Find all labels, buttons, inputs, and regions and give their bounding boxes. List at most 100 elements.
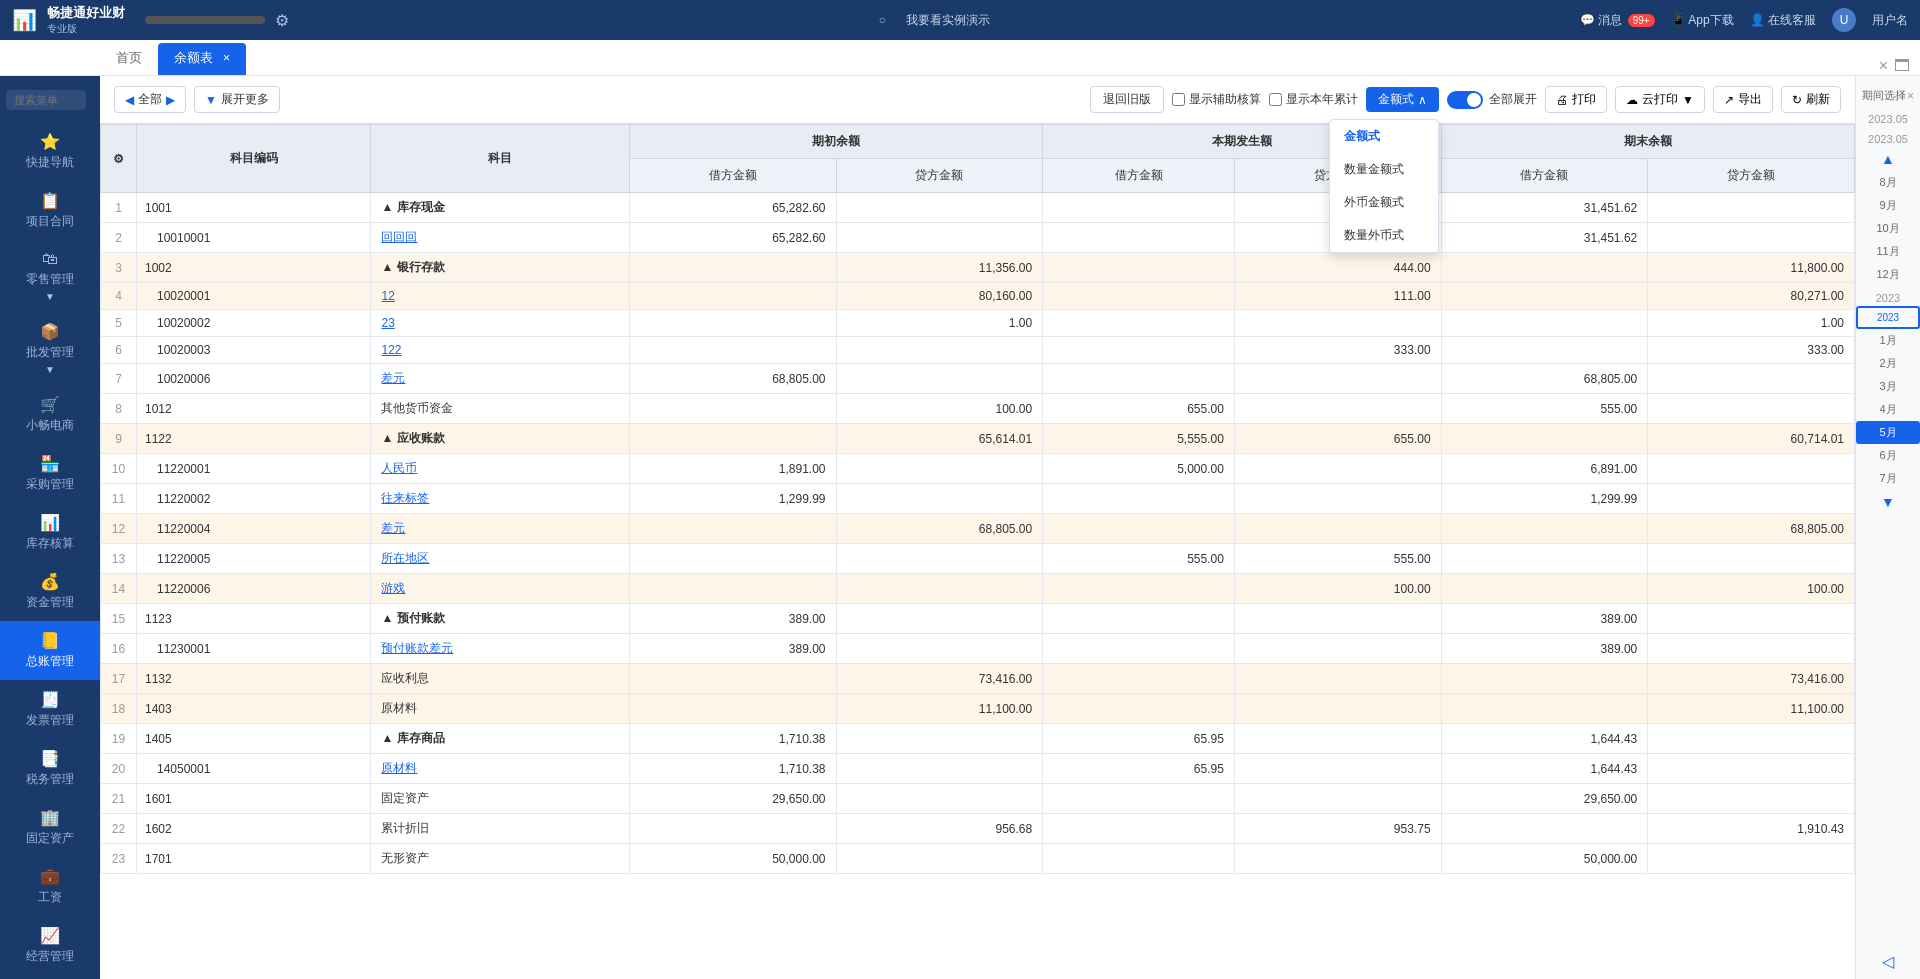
app-download-btn[interactable]: 📱 App下载 <box>1671 12 1734 29</box>
demo-link[interactable]: 我要看实例演示 <box>906 12 990 29</box>
demo-link-wrap[interactable]: ○ 我要看实例演示 <box>879 12 990 29</box>
print-btn[interactable]: 🖨 打印 <box>1545 86 1607 113</box>
row-subject[interactable]: 差元 <box>371 514 629 544</box>
sidebar-search-input[interactable] <box>6 90 86 110</box>
row-close-credit: 1,910.43 <box>1648 814 1855 844</box>
month-1[interactable]: 1月 <box>1856 329 1920 352</box>
sidebar-item-retail[interactable]: 🛍 零售管理 ▼ <box>0 240 100 312</box>
row-subject[interactable]: 12 <box>371 283 629 310</box>
back-btn[interactable]: 退回旧版 <box>1090 86 1164 113</box>
row-no: 14 <box>101 574 137 604</box>
sidebar-item-invoice[interactable]: 🧾 发票管理 <box>0 680 100 739</box>
user-avatar[interactable]: U <box>1832 8 1856 32</box>
month-12[interactable]: 12月 <box>1856 263 1920 286</box>
refresh-btn[interactable]: ↻ 刷新 <box>1781 86 1841 113</box>
sidebar-item-purchase[interactable]: 🏪 采购管理 <box>0 444 100 503</box>
sidebar-item-ledger[interactable]: 📒 总账管理 <box>0 621 100 680</box>
row-subject[interactable]: 人民币 <box>371 454 629 484</box>
row-code: 1405 <box>137 724 371 754</box>
month-2[interactable]: 2月 <box>1856 352 1920 375</box>
show-ytd-wrap[interactable]: 显示本年累计 <box>1269 91 1358 108</box>
sidebar-item-operation[interactable]: 📈 经营管理 <box>0 916 100 975</box>
dropdown-item-amount[interactable]: 金额式 <box>1330 120 1438 153</box>
row-subject[interactable]: 往来标签 <box>371 484 629 514</box>
month-7[interactable]: 7月 <box>1856 467 1920 490</box>
month-5[interactable]: 5月 <box>1856 421 1920 444</box>
expand-all-toggle[interactable] <box>1447 91 1483 109</box>
window-close-btn[interactable]: 🗖 <box>1894 57 1910 75</box>
month-11[interactable]: 11月 <box>1856 240 1920 263</box>
dropdown-item-qty-foreign[interactable]: 数量外币式 <box>1330 219 1438 252</box>
row-open-debit <box>629 253 836 283</box>
sidebar-item-nav[interactable]: ⭐ 快捷导航 <box>0 122 100 181</box>
row-subject[interactable]: 差元 <box>371 364 629 394</box>
sidebar-item-tax[interactable]: 📑 税务管理 <box>0 739 100 798</box>
sidebar-item-inventory[interactable]: 📊 库存核算 <box>0 503 100 562</box>
collapse-side-btn[interactable]: ◁ <box>1882 953 1894 970</box>
sidebar-item-label-tax: 税务管理 <box>26 771 74 788</box>
tab-close-icon[interactable]: × <box>223 50 231 65</box>
row-close-debit <box>1441 283 1648 310</box>
month-4[interactable]: 4月 <box>1856 398 1920 421</box>
row-open-debit: 389.00 <box>629 634 836 664</box>
message-btn[interactable]: 💬 消息 99+ <box>1580 12 1655 29</box>
row-cur-credit <box>1234 604 1441 634</box>
row-subject[interactable]: 所在地区 <box>371 544 629 574</box>
row-close-credit <box>1648 724 1855 754</box>
code-col-header: 科目编码 <box>137 125 371 193</box>
month-8[interactable]: 8月 <box>1856 171 1920 194</box>
row-subject[interactable]: 122 <box>371 337 629 364</box>
sidebar-item-project[interactable]: 📋 项目合同 <box>0 181 100 240</box>
row-subject[interactable]: 原材料 <box>371 754 629 784</box>
sidebar-item-wholesale[interactable]: 📦 批发管理 ▼ <box>0 312 100 385</box>
row-close-credit: 1.00 <box>1648 310 1855 337</box>
sidebar-item-report[interactable]: 📉 小畅报销 <box>0 975 100 979</box>
month-3[interactable]: 3月 <box>1856 375 1920 398</box>
filter-btn[interactable]: ◀ 全部 ▶ <box>114 86 186 113</box>
row-code: 1012 <box>137 394 371 424</box>
expand-btn[interactable]: ▼ 展开更多 <box>194 86 280 113</box>
prev-year-btn[interactable]: ▲ <box>1877 147 1899 171</box>
row-subject: ▲ 预付账款 <box>371 604 629 634</box>
online-service-btn[interactable]: 👤 在线客服 <box>1750 12 1816 29</box>
table-row: 23 1701 无形资产 50,000.00 50,000.00 <box>101 844 1855 874</box>
toolbar: ◀ 全部 ▶ ▼ 展开更多 退回旧版 显示辅助核算 显示本年累计 金额式 <box>100 76 1855 124</box>
window-restore-btn[interactable]: × <box>1879 57 1888 75</box>
dropdown-item-qty-amount[interactable]: 数量金额式 <box>1330 153 1438 186</box>
sidebar-item-fixed[interactable]: 🏢 固定资产 <box>0 798 100 857</box>
row-close-debit <box>1441 544 1648 574</box>
table-settings-icon[interactable]: ⚙ <box>113 152 124 166</box>
month-9[interactable]: 9月 <box>1856 194 1920 217</box>
amount-mode-btn[interactable]: 金额式 ∧ <box>1366 87 1439 112</box>
row-subject[interactable]: 游戏 <box>371 574 629 604</box>
settings-col-header[interactable]: ⚙ <box>101 125 137 193</box>
dropdown-item-foreign-amount[interactable]: 外币金额式 <box>1330 186 1438 219</box>
cloud-print-arrow: ▼ <box>1682 93 1694 107</box>
row-subject[interactable]: 预付账款差元 <box>371 634 629 664</box>
sidebar-item-capital[interactable]: 💰 资金管理 <box>0 562 100 621</box>
cloud-print-btn[interactable]: ☁ 云打印 ▼ <box>1615 86 1705 113</box>
row-open-credit <box>836 754 1043 784</box>
sidebar-item-ecommerce[interactable]: 🛒 小畅电商 <box>0 385 100 444</box>
month-10[interactable]: 10月 <box>1856 217 1920 240</box>
tab-home[interactable]: 首页 <box>100 43 158 75</box>
settings-btn[interactable]: ⚙ <box>275 11 289 30</box>
next-year-btn[interactable]: ▼ <box>1877 490 1899 514</box>
show-auxiliary-wrap[interactable]: 显示辅助核算 <box>1172 91 1261 108</box>
sidebar-item-payroll[interactable]: 💼 工资 <box>0 857 100 916</box>
show-auxiliary-checkbox[interactable] <box>1172 93 1185 106</box>
row-cur-credit: 444.00 <box>1234 253 1441 283</box>
export-btn[interactable]: ↗ 导出 <box>1713 86 1773 113</box>
show-ytd-checkbox[interactable] <box>1269 93 1282 106</box>
opening-col-header: 期初余额 <box>629 125 1042 159</box>
sidebar-search-wrap[interactable] <box>0 84 100 122</box>
row-cur-credit <box>1234 394 1441 424</box>
row-open-debit <box>629 544 836 574</box>
right-panel-close-icon[interactable]: × <box>1907 89 1914 103</box>
row-open-debit <box>629 814 836 844</box>
month-6[interactable]: 6月 <box>1856 444 1920 467</box>
row-subject[interactable]: 回回回 <box>371 223 629 253</box>
row-subject[interactable]: 23 <box>371 310 629 337</box>
tab-balance[interactable]: 余额表 × <box>158 43 246 75</box>
row-cur-credit <box>1234 514 1441 544</box>
